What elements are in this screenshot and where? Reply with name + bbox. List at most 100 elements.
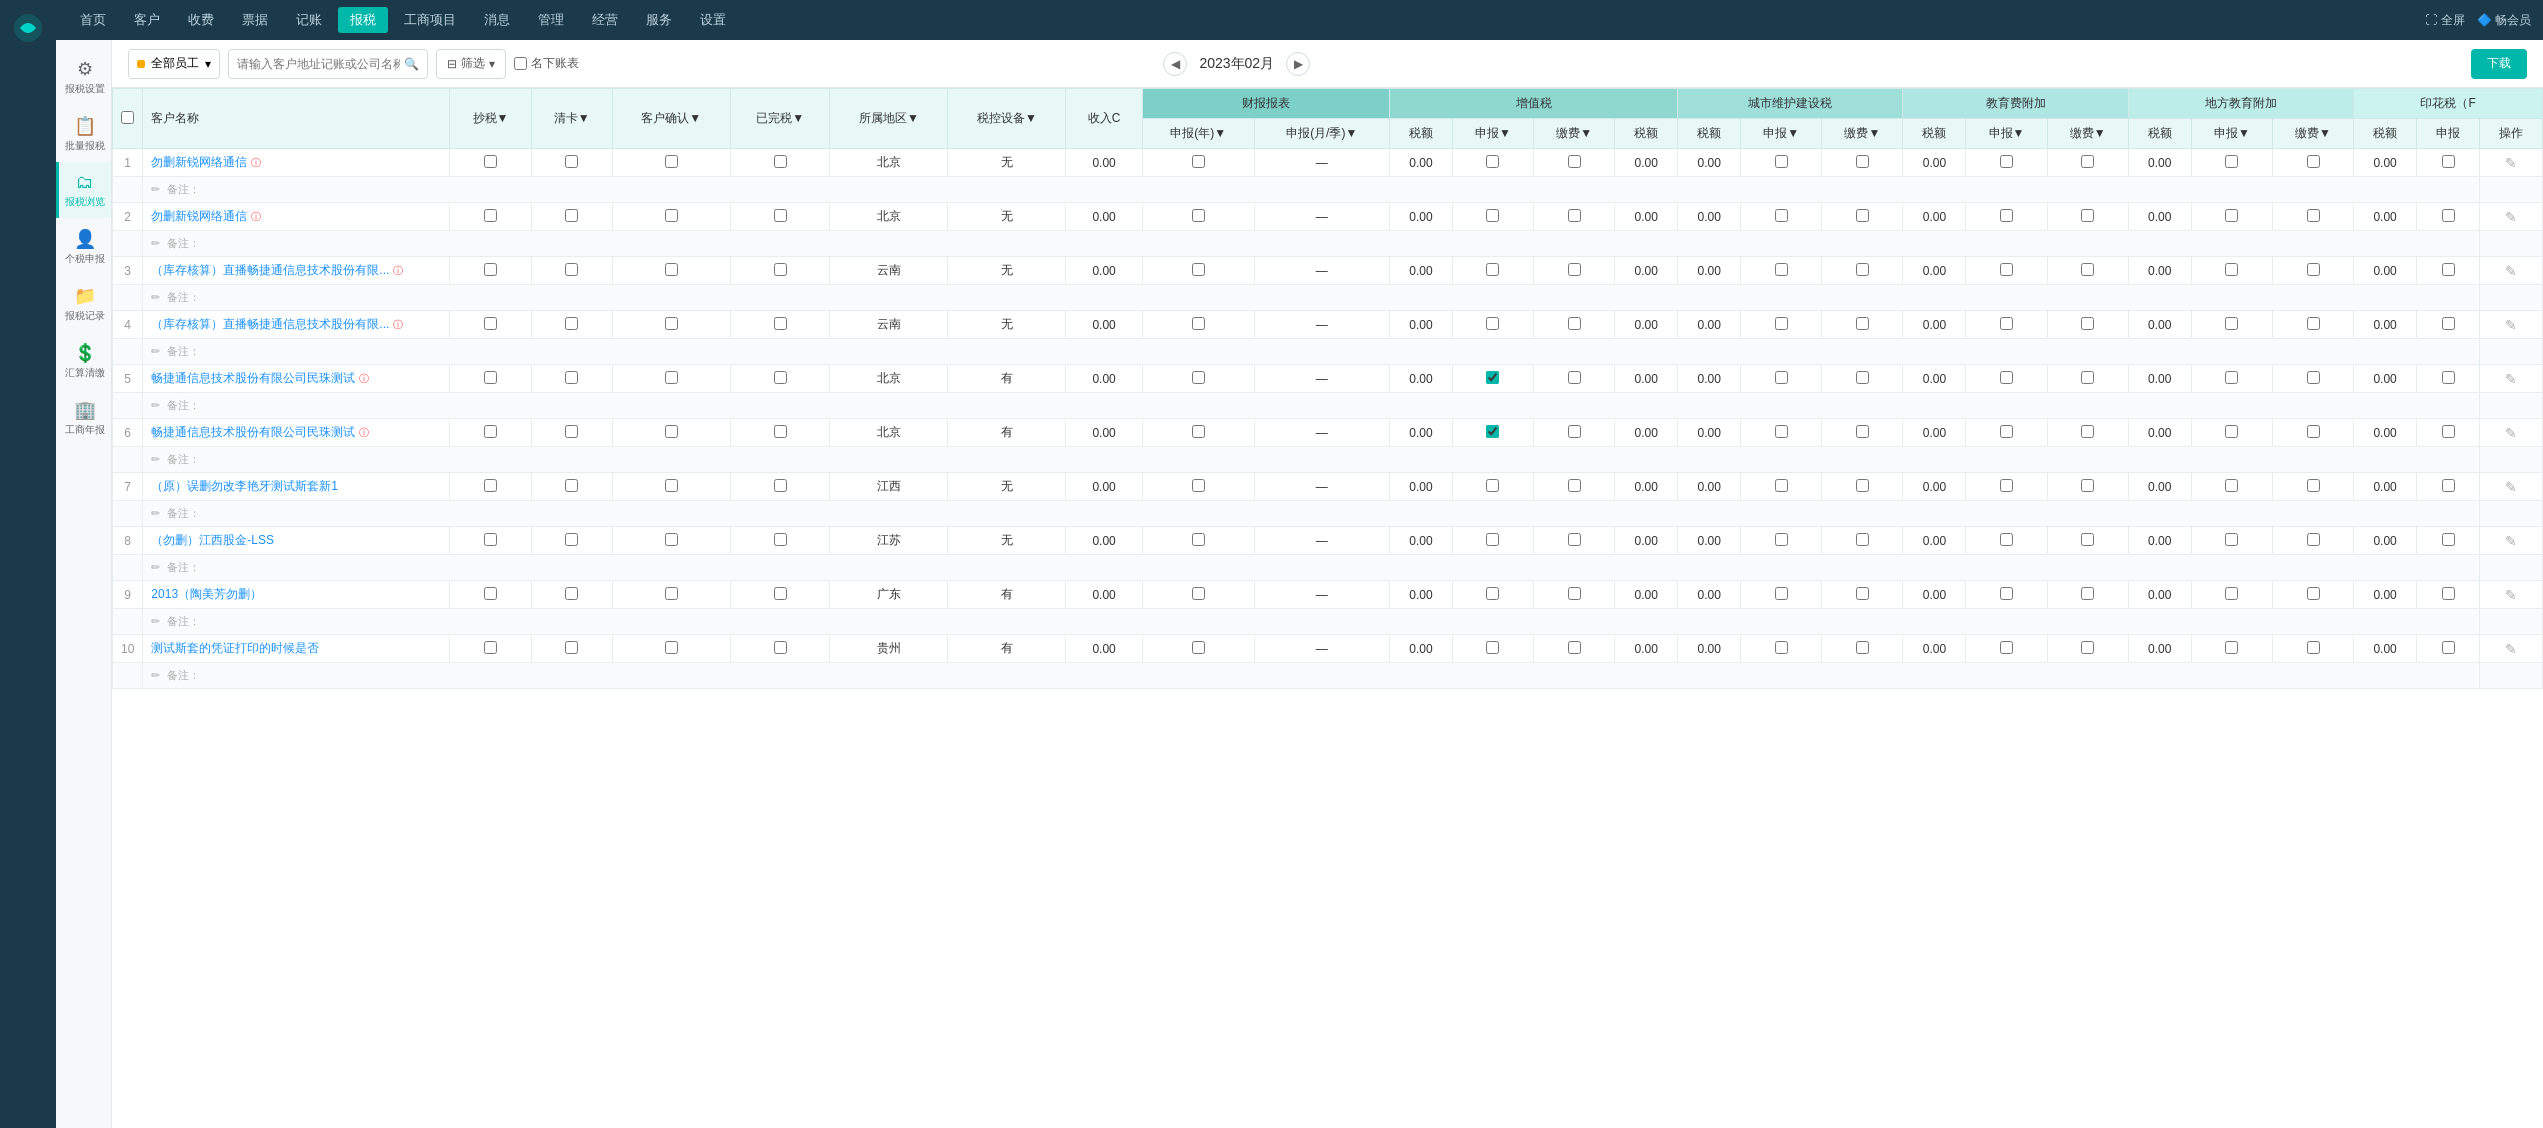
customer-name[interactable]: 畅捷通信息技术股份有限公司民珠测试 ⓘ <box>143 365 450 393</box>
df-sb-checkbox[interactable] <box>2191 527 2272 555</box>
caiwu-year-checkbox[interactable] <box>1142 473 1254 501</box>
yh-sb-checkbox[interactable] <box>2417 311 2480 339</box>
zz-jf-checkbox[interactable] <box>1534 473 1615 501</box>
nav-operation[interactable]: 经营 <box>580 7 630 33</box>
cs-jf-checkbox[interactable] <box>1822 257 1903 285</box>
edit-action[interactable]: ✎ <box>2479 473 2542 501</box>
cs-jf-checkbox[interactable] <box>1822 365 1903 393</box>
df-jf-checkbox[interactable] <box>2272 527 2353 555</box>
jy-jf-checkbox[interactable] <box>2047 581 2128 609</box>
cs-sb-checkbox[interactable] <box>1741 581 1822 609</box>
cs-jf-checkbox[interactable] <box>1822 419 1903 447</box>
cs-sb-checkbox[interactable] <box>1741 527 1822 555</box>
nav-bookkeeping[interactable]: 记账 <box>284 7 334 33</box>
prev-month-button[interactable]: ◀ <box>1163 52 1187 76</box>
jy-jf-checkbox[interactable] <box>2047 365 2128 393</box>
yh-sb-checkbox[interactable] <box>2417 635 2480 663</box>
jy-jf-checkbox[interactable] <box>2047 419 2128 447</box>
sidebar-item-personal-tax[interactable]: 👤 个税申报 <box>56 218 111 275</box>
jy-jf-checkbox[interactable] <box>2047 311 2128 339</box>
cs-jf-checkbox[interactable] <box>1822 527 1903 555</box>
df-sb-checkbox[interactable] <box>2191 365 2272 393</box>
done-checkbox[interactable] <box>730 581 830 609</box>
done-checkbox[interactable] <box>730 473 830 501</box>
nav-manage[interactable]: 管理 <box>526 7 576 33</box>
sidebar-item-settlement[interactable]: 💲 汇算清缴 <box>56 332 111 389</box>
done-checkbox[interactable] <box>730 203 830 231</box>
df-jf-checkbox[interactable] <box>2272 257 2353 285</box>
jy-jf-checkbox[interactable] <box>2047 473 2128 501</box>
yh-sb-checkbox[interactable] <box>2417 419 2480 447</box>
confirm-checkbox[interactable] <box>612 527 730 555</box>
done-checkbox[interactable] <box>730 635 830 663</box>
df-jf-checkbox[interactable] <box>2272 203 2353 231</box>
nav-customer[interactable]: 客户 <box>122 7 172 33</box>
chao-checkbox[interactable] <box>450 203 531 231</box>
customer-name[interactable]: （库存核算）直播畅捷通信息技术股份有限... ⓘ <box>143 311 450 339</box>
df-sb-checkbox[interactable] <box>2191 635 2272 663</box>
confirm-checkbox[interactable] <box>612 473 730 501</box>
customer-name[interactable]: 测试斯套的凭证打印的时候是否 <box>143 635 450 663</box>
sidebar-item-tax-record[interactable]: 📁 报税记录 <box>56 275 111 332</box>
jy-jf-checkbox[interactable] <box>2047 203 2128 231</box>
done-checkbox[interactable] <box>730 365 830 393</box>
cs-sb-checkbox[interactable] <box>1741 149 1822 177</box>
jy-sb-checkbox[interactable] <box>1966 365 2047 393</box>
edit-action[interactable]: ✎ <box>2479 257 2542 285</box>
customer-name[interactable]: （勿删）江西股金-LSS <box>143 527 450 555</box>
nav-home[interactable]: 首页 <box>68 7 118 33</box>
zz-jf-checkbox[interactable] <box>1534 635 1615 663</box>
edit-action[interactable]: ✎ <box>2479 635 2542 663</box>
customer-name[interactable]: （原）误删勿改李艳牙测试斯套新1 <box>143 473 450 501</box>
nav-message[interactable]: 消息 <box>472 7 522 33</box>
yh-sb-checkbox[interactable] <box>2417 203 2480 231</box>
customer-name[interactable]: 畅捷通信息技术股份有限公司民珠测试 ⓘ <box>143 419 450 447</box>
done-checkbox[interactable] <box>730 419 830 447</box>
caiwu-year-checkbox[interactable] <box>1142 257 1254 285</box>
chao-checkbox[interactable] <box>450 257 531 285</box>
edit-action[interactable]: ✎ <box>2479 311 2542 339</box>
jy-sb-checkbox[interactable] <box>1966 203 2047 231</box>
confirm-checkbox[interactable] <box>612 419 730 447</box>
remark-cell[interactable]: ✏ 备注： <box>143 555 2480 581</box>
zz-sb-checkbox[interactable] <box>1452 257 1533 285</box>
download-button[interactable]: 下载 <box>2471 49 2527 79</box>
caiwu-year-checkbox[interactable] <box>1142 527 1254 555</box>
customer-name[interactable]: 勿删新锐网络通信 ⓘ <box>143 203 450 231</box>
remark-cell[interactable]: ✏ 备注： <box>143 177 2480 203</box>
named-label-checkbox[interactable]: 名下账表 <box>514 55 579 72</box>
caiwu-year-checkbox[interactable] <box>1142 311 1254 339</box>
confirm-checkbox[interactable] <box>612 635 730 663</box>
df-sb-checkbox[interactable] <box>2191 581 2272 609</box>
df-jf-checkbox[interactable] <box>2272 635 2353 663</box>
cs-sb-checkbox[interactable] <box>1741 635 1822 663</box>
remark-cell[interactable]: ✏ 备注： <box>143 339 2480 365</box>
customer-name[interactable]: （库存核算）直播畅捷通信息技术股份有限... ⓘ <box>143 257 450 285</box>
zz-jf-checkbox[interactable] <box>1534 419 1615 447</box>
tax-table-container[interactable]: 客户名称 抄税▼ 清卡▼ 客户确认▼ 已完税▼ 所属地区▼ 税控设备▼ 收入C … <box>112 88 2543 1128</box>
pencil-icon[interactable]: ✏ <box>151 291 160 303</box>
caiwu-year-checkbox[interactable] <box>1142 365 1254 393</box>
zz-jf-checkbox[interactable] <box>1534 581 1615 609</box>
cs-sb-checkbox[interactable] <box>1741 257 1822 285</box>
zz-sb-checkbox[interactable] <box>1452 635 1533 663</box>
select-all-checkbox[interactable] <box>121 111 134 124</box>
sidebar-item-tax-settings[interactable]: ⚙ 报税设置 <box>56 48 111 105</box>
done-checkbox[interactable] <box>730 311 830 339</box>
zz-sb-checkbox[interactable] <box>1452 311 1533 339</box>
cs-jf-checkbox[interactable] <box>1822 473 1903 501</box>
nav-charge[interactable]: 收费 <box>176 7 226 33</box>
chao-checkbox[interactable] <box>450 419 531 447</box>
chao-checkbox[interactable] <box>450 527 531 555</box>
sidebar-item-batch-tax[interactable]: 📋 批量报税 <box>56 105 111 162</box>
yh-sb-checkbox[interactable] <box>2417 527 2480 555</box>
df-jf-checkbox[interactable] <box>2272 149 2353 177</box>
confirm-checkbox[interactable] <box>612 365 730 393</box>
cs-jf-checkbox[interactable] <box>1822 149 1903 177</box>
df-sb-checkbox[interactable] <box>2191 473 2272 501</box>
sidebar-item-tax-browse[interactable]: 🗂 报税浏览 <box>56 162 111 218</box>
remark-cell[interactable]: ✏ 备注： <box>143 663 2480 689</box>
chao-checkbox[interactable] <box>450 149 531 177</box>
search-input[interactable] <box>237 57 400 71</box>
jy-sb-checkbox[interactable] <box>1966 419 2047 447</box>
